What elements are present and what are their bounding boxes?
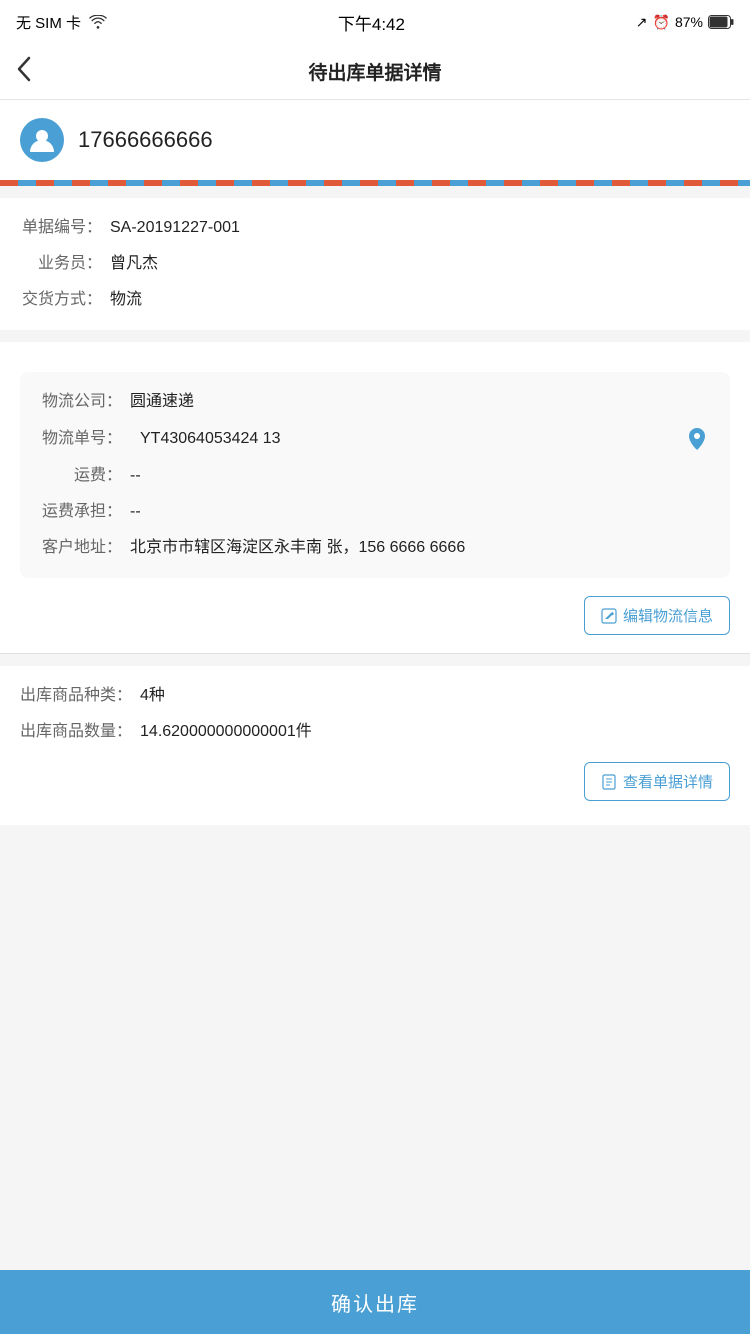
goods-types-value: 4种	[140, 684, 730, 708]
status-bar: 无 SIM 卡 下午4:42 ↗ ⏰ 87%	[0, 0, 750, 44]
status-time: 下午4:42	[338, 10, 405, 35]
delivery-method-value: 物流	[110, 288, 730, 312]
status-carrier: 无 SIM 卡	[16, 12, 107, 33]
goods-quantity-row: 出库商品数量： 14.620000000000001件	[20, 720, 730, 744]
freight-row: 运费： --	[40, 464, 710, 488]
basic-info-section: 单据编号： SA-20191227-001 业务员： 曾凡杰 交货方式： 物流	[0, 198, 750, 330]
tracking-number: YT43064053424 13	[140, 427, 674, 451]
back-button[interactable]	[8, 48, 40, 96]
section-separator	[0, 653, 750, 654]
customer-phone: 17666666666	[78, 127, 213, 153]
dashed-separator	[0, 180, 750, 186]
address-label: 客户地址：	[40, 536, 130, 560]
page-title: 待出库单据详情	[308, 58, 441, 85]
freight-bear-label: 运费承担：	[40, 500, 130, 524]
tracking-row: 物流单号： YT43064053424 13	[40, 426, 710, 452]
edit-icon	[601, 608, 617, 624]
delivery-method-row: 交货方式： 物流	[20, 288, 730, 312]
goods-section: 出库商品种类： 4种 出库商品数量： 14.620000000000001件 查…	[0, 666, 750, 825]
doc-number-row: 单据编号： SA-20191227-001	[20, 216, 730, 240]
doc-number-label: 单据编号：	[20, 216, 110, 240]
goods-quantity-value: 14.620000000000001件	[140, 720, 730, 744]
nav-bar: 待出库单据详情	[0, 44, 750, 100]
battery-icon	[708, 15, 734, 29]
address-value: 北京市市辖区海淀区永丰南 张，156 6666 6666	[130, 536, 710, 560]
edit-logistics-button[interactable]: 编辑物流信息	[584, 596, 730, 635]
edit-logistics-area: 编辑物流信息	[20, 596, 730, 635]
delivery-method-label: 交货方式：	[20, 288, 110, 312]
doc-number-value: SA-20191227-001	[110, 216, 730, 240]
address-row: 客户地址： 北京市市辖区海淀区永丰南 张，156 6666 6666	[40, 536, 710, 560]
location-status-icon: ↗	[636, 14, 648, 31]
logistics-section: 物流公司： 圆通速递 物流单号： YT43064053424 13 运费： --…	[0, 342, 750, 653]
goods-types-row: 出库商品种类： 4种	[20, 684, 730, 708]
view-detail-area: 查看单据详情	[20, 762, 730, 801]
logistics-company-value: 圆通速递	[130, 390, 710, 414]
goods-types-label: 出库商品种类：	[20, 684, 140, 708]
salesperson-row: 业务员： 曾凡杰	[20, 252, 730, 276]
main-content: 17666666666 单据编号： SA-20191227-001 业务员： 曾…	[0, 100, 750, 905]
view-detail-button[interactable]: 查看单据详情	[584, 762, 730, 801]
confirm-bar[interactable]: 确认出库	[0, 1270, 750, 1334]
logistics-company-label: 物流公司：	[40, 390, 130, 414]
alarm-icon: ⏰	[653, 14, 670, 31]
freight-value: --	[130, 464, 710, 488]
logistics-card: 物流公司： 圆通速递 物流单号： YT43064053424 13 运费： --…	[20, 372, 730, 578]
freight-label: 运费：	[40, 464, 130, 488]
document-icon	[601, 774, 617, 790]
tracking-label: 物流单号：	[40, 427, 130, 451]
freight-bear-row: 运费承担： --	[40, 500, 710, 524]
freight-bear-value: --	[130, 500, 710, 524]
location-icon[interactable]	[684, 426, 710, 452]
logistics-company-row: 物流公司： 圆通速递	[40, 390, 710, 414]
confirm-button-text: 确认出库	[331, 1288, 419, 1317]
salesperson-value: 曾凡杰	[110, 252, 730, 276]
avatar	[20, 118, 64, 162]
battery-percent: 87%	[675, 14, 703, 30]
customer-card: 17666666666	[0, 100, 750, 180]
salesperson-label: 业务员：	[20, 252, 110, 276]
status-battery-area: ↗ ⏰ 87%	[636, 14, 734, 31]
goods-quantity-label: 出库商品数量：	[20, 720, 140, 744]
